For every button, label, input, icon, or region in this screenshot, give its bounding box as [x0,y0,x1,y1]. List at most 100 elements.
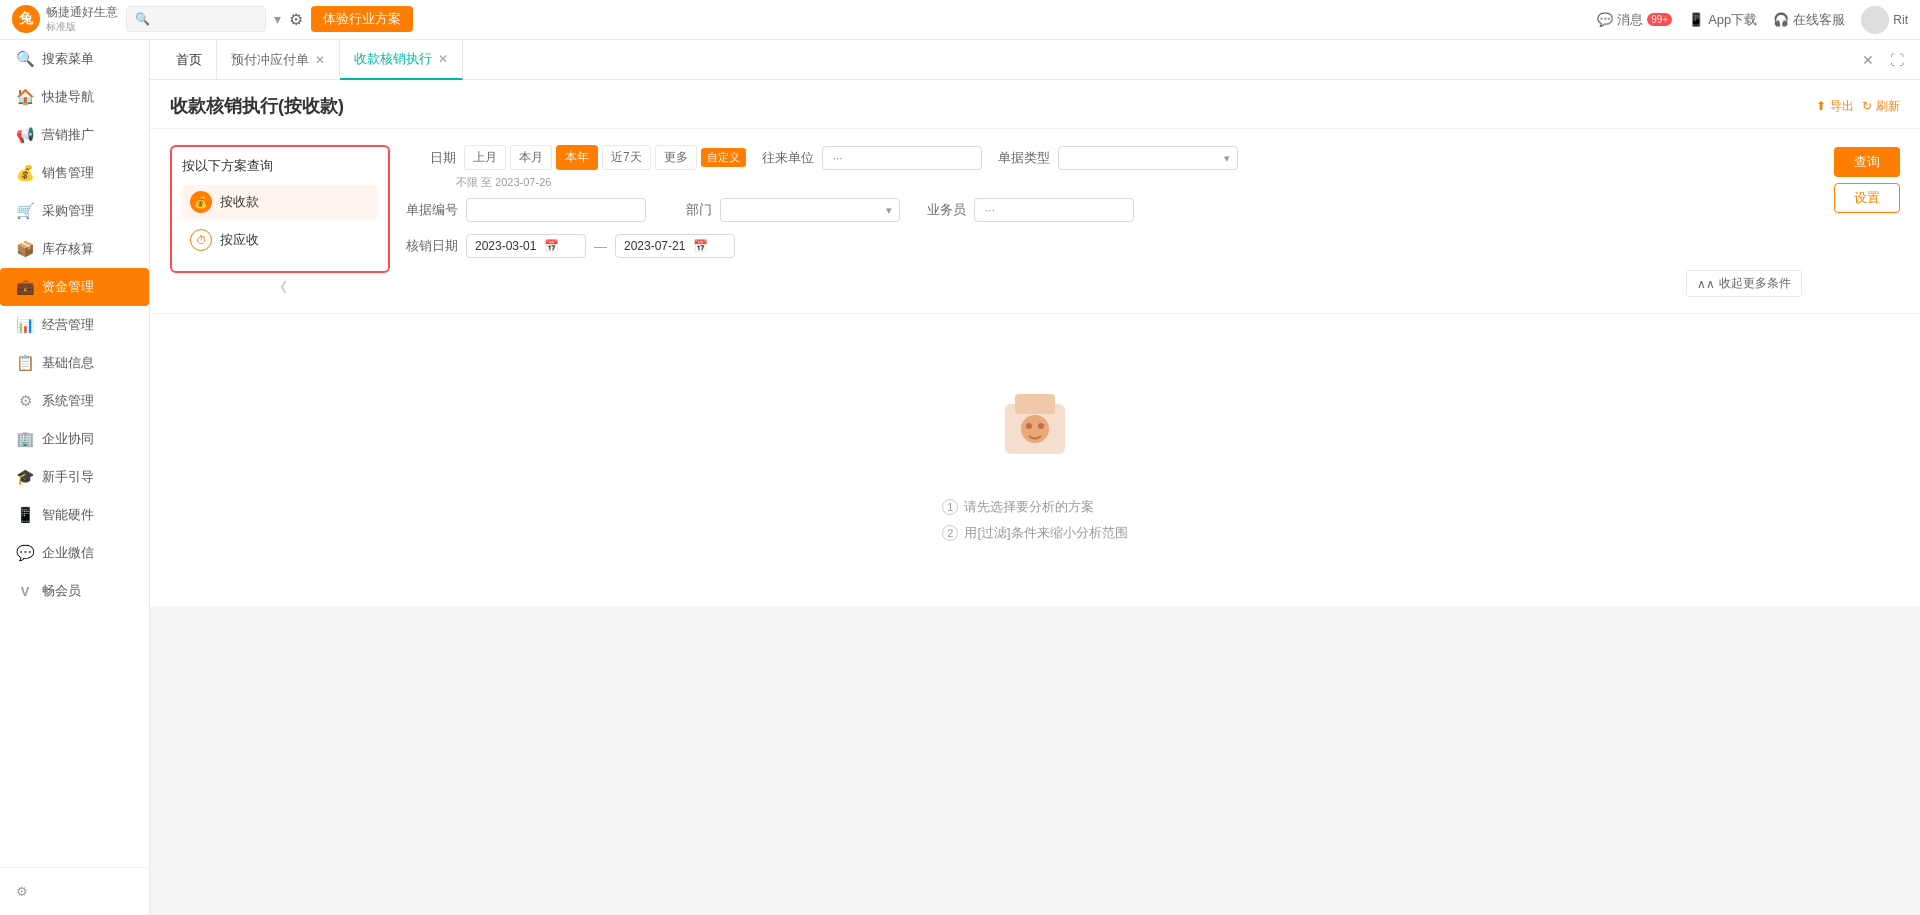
sidebar: 🔍 搜索菜单 🏠 快捷导航 📢 营销推广 💰 销售管理 🛒 采购管理 📦 库存核… [0,40,150,915]
page-header: 收款核销执行(按收款) ⬆ 导出 ↻ 刷新 [150,80,1920,129]
tab-home[interactable]: 首页 [162,40,217,80]
sidebar-item-label: 基础信息 [42,354,94,372]
salesperson-label: 业务员 [916,201,966,219]
dept-select[interactable] [720,198,900,222]
topbar-dropdown-icon[interactable]: ▾ [274,11,281,27]
date-sub-text: 不限 至 2023-07-26 [456,176,551,188]
sidebar-item-wechat[interactable]: 💬 企业微信 [0,534,149,572]
verify-date-end-input[interactable]: 2023-07-21 📅 [615,234,735,258]
operations-icon: 📊 [16,316,34,334]
export-button[interactable]: ⬆ 导出 [1816,98,1854,115]
sidebar-item-base-info[interactable]: 📋 基础信息 [0,344,149,382]
query-button[interactable]: 查询 [1834,147,1900,177]
salesperson-input[interactable]: ··· [974,198,1134,222]
sidebar-item-label: 企业协同 [42,430,94,448]
filter-row-1: 日期 上月 本月 本年 近7天 更多 自定义 [406,145,1822,170]
base-info-icon: 📋 [16,354,34,372]
search-icon: 🔍 [135,12,150,26]
svg-rect-1 [1015,394,1055,414]
filter-settings-button[interactable]: 设置 [1834,183,1900,213]
filter-by-receivable[interactable]: ⏱ 按应收 [182,223,378,257]
date-btn-last-month[interactable]: 上月 [464,145,506,170]
calendar-icon: 📅 [544,239,559,253]
sidebar-item-finance[interactable]: 💼 资金管理 [0,268,149,306]
sidebar-item-search-menu[interactable]: 🔍 搜索菜单 [0,40,149,78]
salesperson-field: 业务员 ··· [916,198,1134,222]
sidebar-item-guide[interactable]: 🎓 新手引导 [0,458,149,496]
verify-date-start-input[interactable]: 2023-03-01 📅 [466,234,586,258]
refresh-button[interactable]: ↻ 刷新 [1862,98,1900,115]
filter-collapse-button[interactable]: 《 [170,279,390,297]
sidebar-item-sales[interactable]: 💰 销售管理 [0,154,149,192]
date-btn-this-year[interactable]: 本年 [556,145,598,170]
messages-label: 消息 [1617,11,1643,29]
enterprise-icon: 🏢 [16,430,34,448]
avatar [1861,6,1889,34]
sidebar-item-enterprise[interactable]: 🏢 企业协同 [0,420,149,458]
date-range-dash: — [594,239,607,254]
tab-prepay-close[interactable]: ✕ [315,53,325,67]
verify-date-end-value: 2023-07-21 [624,239,685,253]
export-icon: ⬆ [1816,99,1826,113]
hardware-icon: 📱 [16,506,34,524]
collapse-icon: 《 [273,279,287,297]
wechat-icon: 💬 [16,544,34,562]
empty-state: 1 请先选择要分析的方案 2 用[过滤]条件来缩小分析范围 [150,314,1920,606]
date-btn-more[interactable]: 更多 [655,145,697,170]
filter-by-receipt[interactable]: 💰 按收款 [182,185,378,219]
sidebar-item-quick-nav[interactable]: 🏠 快捷导航 [0,78,149,116]
topbar-right: 💬 消息 99+ 📱 App下载 🎧 在线客服 Rit [1597,6,1908,34]
page-content: 收款核销执行(按收款) ⬆ 导出 ↻ 刷新 按以下方案 [150,80,1920,915]
verify-date-start-value: 2023-03-01 [475,239,536,253]
by-receipt-icon: 💰 [190,191,212,213]
sidebar-item-operations[interactable]: 📊 经营管理 [0,306,149,344]
settings-icon[interactable]: ⚙ [289,10,303,29]
sidebar-bottom: ⚙ [0,867,149,915]
more-conditions-button[interactable]: ∧∧ 收起更多条件 [1686,270,1802,297]
tab-close-all-button[interactable]: ✕ [1858,48,1878,72]
date-btn-7days[interactable]: 近7天 [602,145,651,170]
app-download-button[interactable]: 📱 App下载 [1688,11,1757,29]
messages-button[interactable]: 💬 消息 99+ [1597,11,1672,29]
partner-input[interactable]: ··· [822,146,982,170]
sidebar-item-member[interactable]: V 畅会员 [0,572,149,610]
filter-actions: 查询 设置 [1834,145,1900,297]
solution-button[interactable]: 体验行业方案 [311,6,413,32]
tip-num-2: 2 [942,525,958,541]
tab-prepay-label: 预付冲应付单 [231,51,309,69]
search-menu-icon: 🔍 [16,50,34,68]
sidebar-item-marketing[interactable]: 📢 营销推广 [0,116,149,154]
doc-type-field: 单据类型 [998,146,1238,170]
tab-prepay-offset[interactable]: 预付冲应付单 ✕ [217,40,340,80]
message-icon: 💬 [1597,12,1613,27]
sidebar-item-purchase[interactable]: 🛒 采购管理 [0,192,149,230]
user-info[interactable]: Rit [1861,6,1908,34]
sidebar-item-label: 库存核算 [42,240,94,258]
sidebar-item-system[interactable]: ⚙ 系统管理 [0,382,149,420]
purchase-icon: 🛒 [16,202,34,220]
dept-select-wrap [720,198,900,222]
empty-tips: 1 请先选择要分析的方案 2 用[过滤]条件来缩小分析范围 [942,494,1127,546]
logo-icon: 兔 [12,5,40,33]
messages-badge: 99+ [1647,13,1672,26]
customer-service-button[interactable]: 🎧 在线客服 [1773,11,1845,29]
doc-no-input[interactable] [466,198,646,222]
sidebar-settings-button[interactable]: ⚙ [0,876,149,907]
sidebar-item-hardware[interactable]: 📱 智能硬件 [0,496,149,534]
tab-receipt-offset[interactable]: 收款核销执行 ✕ [340,40,463,80]
filter-form-area: 日期 上月 本月 本年 近7天 更多 自定义 [406,145,1900,297]
doc-type-select[interactable] [1058,146,1238,170]
sidebar-item-label: 企业微信 [42,544,94,562]
sidebar-item-inventory[interactable]: 📦 库存核算 [0,230,149,268]
sidebar-item-label: 新手引导 [42,468,94,486]
tab-receipt-close[interactable]: ✕ [438,52,448,66]
sidebar-item-label: 采购管理 [42,202,94,220]
export-label: 导出 [1830,98,1854,115]
tabbar-actions: ✕ ⛶ [1858,48,1908,72]
doc-no-field: 单据编号 [406,198,646,222]
sidebar-item-label: 销售管理 [42,164,94,182]
page-actions: ⬆ 导出 ↻ 刷新 [1816,98,1900,115]
customer-service-label: 在线客服 [1793,11,1845,29]
date-btn-this-month[interactable]: 本月 [510,145,552,170]
tab-expand-button[interactable]: ⛶ [1886,48,1908,72]
